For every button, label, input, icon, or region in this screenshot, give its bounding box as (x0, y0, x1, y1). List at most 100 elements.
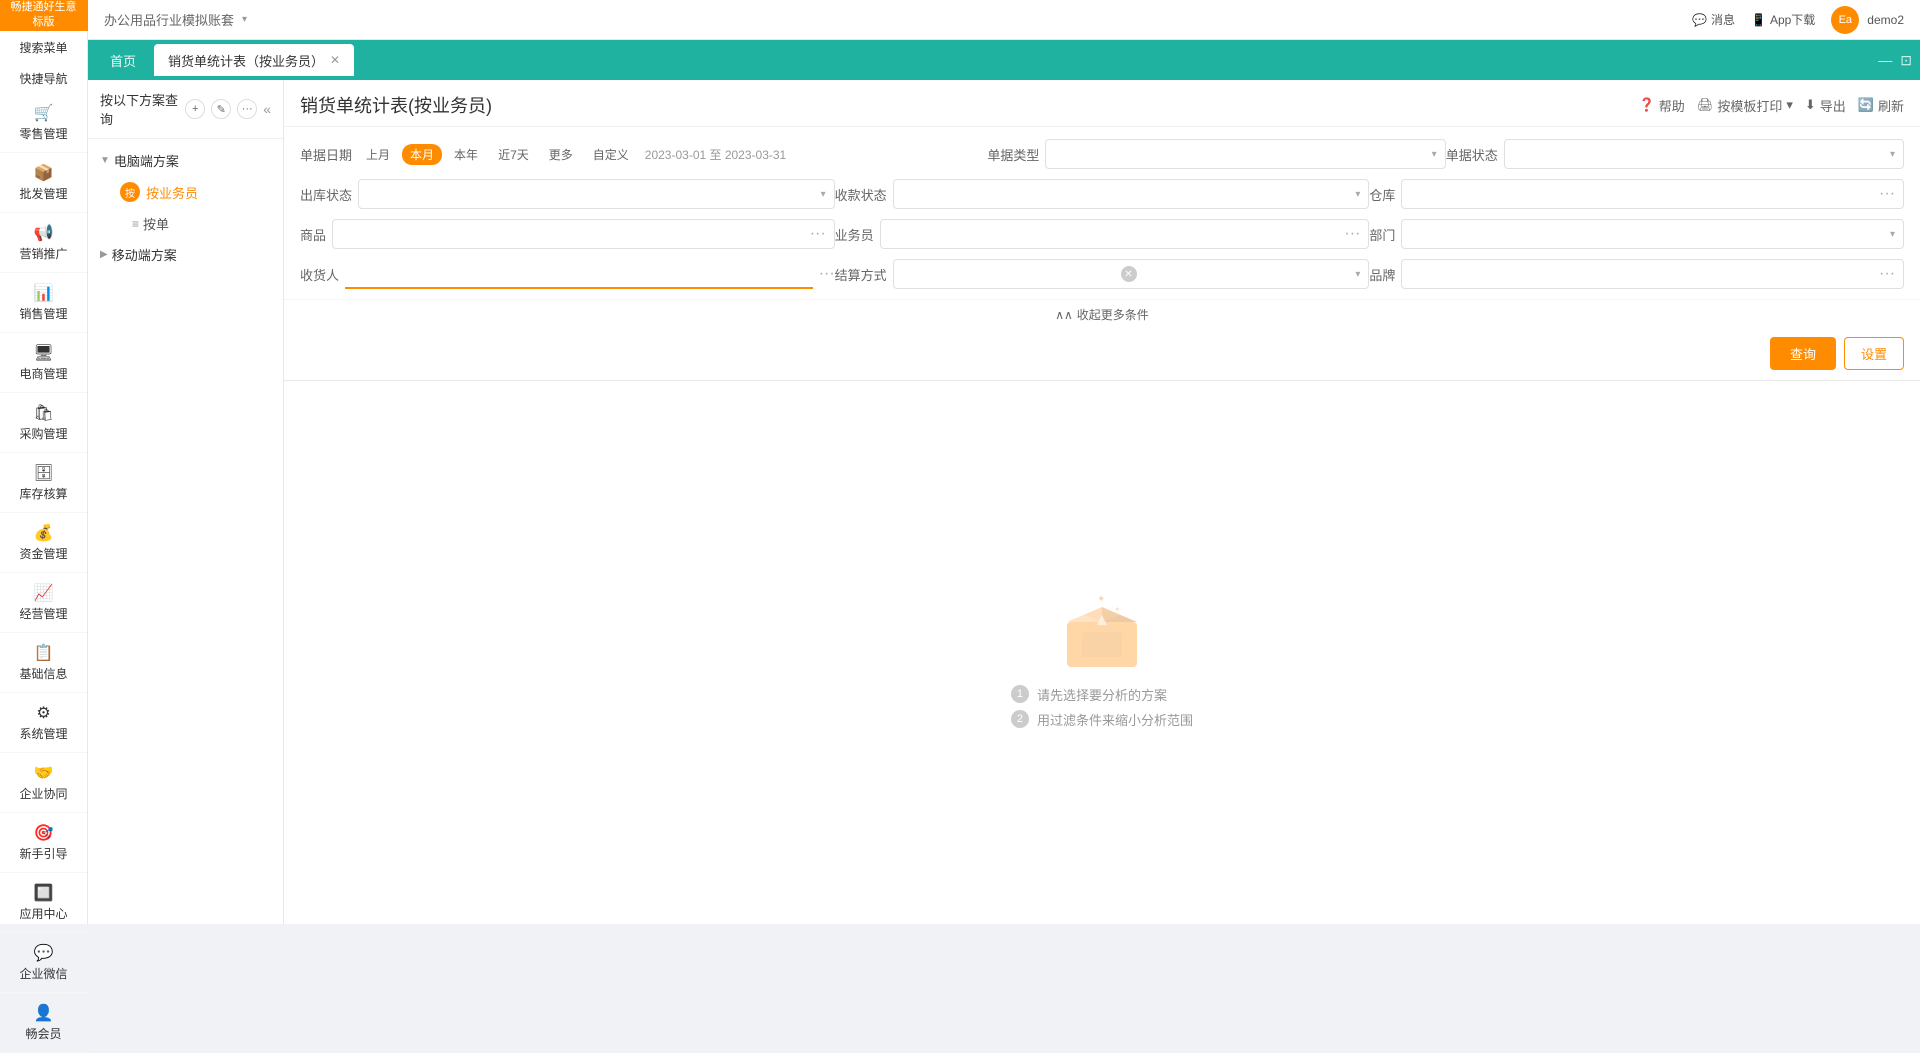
doc-type-label: 单据类型 (987, 145, 1039, 164)
sidebar-item-purchase[interactable]: 🛍 采购管理 (0, 393, 87, 453)
workspace-dropdown-icon[interactable]: ▾ (242, 14, 247, 25)
svg-text:✦: ✦ (1114, 605, 1121, 614)
settlement-select[interactable]: ✕ ▾ (893, 259, 1370, 289)
top-header: 办公用品行业模拟账套 ▾ 💬 消息 📱 App下载 Ea demo2 (88, 0, 1920, 40)
date-tabs-group: 上月 本月 本年 近7天 更多 自定义 2023-03-01 至 2023-03… (358, 144, 858, 165)
date-tab-last-month[interactable]: 上月 (358, 144, 398, 165)
sidebar-item-operations[interactable]: 📈 经营管理 (0, 573, 87, 633)
filter-row-1: 单据日期 上月 本月 本年 近7天 更多 自定义 2023-03-01 至 20… (300, 139, 1904, 169)
sidebar-item-basic-info[interactable]: 📋 基础信息 (0, 633, 87, 693)
out-status-label: 出库状态 (300, 185, 352, 204)
date-tab-this-month[interactable]: 本月 (402, 144, 442, 165)
out-status-col: 出库状态 ▾ (300, 179, 835, 209)
help-icon: ❓ (1639, 97, 1655, 113)
message-btn[interactable]: 💬 消息 (1692, 11, 1735, 28)
tree-desktop-label: 电脑端方案 (114, 151, 179, 170)
goods-dots: ··· (810, 225, 826, 243)
sidebar-item-wechat[interactable]: 💬 企业微信 (0, 933, 87, 993)
settings-button[interactable]: 设置 (1844, 337, 1904, 370)
sidebar-search[interactable]: 搜索菜单 (0, 31, 87, 64)
tab-sales-report[interactable]: 销货单统计表（按业务员） ✕ (154, 44, 354, 76)
filter-block: 单据日期 上月 本月 本年 近7天 更多 自定义 2023-03-01 至 20… (284, 127, 1920, 289)
query-button[interactable]: 查询 (1770, 337, 1836, 370)
wechat-icon: 💬 (0, 943, 87, 963)
doc-status-arrow: ▾ (1890, 149, 1895, 160)
dept-select[interactable]: ▾ (1401, 219, 1904, 249)
add-scheme-btn[interactable]: + (185, 99, 205, 119)
date-tab-7days[interactable]: 近7天 (490, 144, 537, 165)
tree-desktop-parent[interactable]: ▼ 电脑端方案 (88, 145, 283, 176)
sidebar-item-sales[interactable]: 📊 销售管理 (0, 273, 87, 333)
sidebar-item-wholesale[interactable]: 📦 批发管理 (0, 153, 87, 213)
enterprise-icon: 🤝 (0, 763, 87, 783)
hint-num-2: 2 (1011, 710, 1029, 728)
doc-type-select[interactable]: ▾ (1045, 139, 1445, 169)
empty-illustration: ✦ ✦ (1042, 577, 1162, 677)
inventory-icon: 🗄 (0, 463, 87, 483)
dept-col: 部门 ▾ (1369, 219, 1904, 249)
consignee-label: 收货人 (300, 265, 339, 284)
basic-info-icon: 📋 (0, 643, 87, 663)
consignee-input[interactable] (345, 259, 813, 289)
sidebar-item-guide[interactable]: 🎯 新手引导 (0, 813, 87, 873)
tree-child-salesperson[interactable]: 按 按业务员 (88, 176, 283, 208)
more-scheme-btn[interactable]: ··· (237, 99, 257, 119)
sidebar-quick-nav[interactable]: 快捷导航 (0, 64, 87, 93)
goods-select[interactable]: ··· (332, 219, 835, 249)
order-scheme-icon: ≡ (132, 217, 139, 231)
logo-text: 畅捷通好生意 (11, 0, 77, 15)
hint-text-2: 用过滤条件来缩小分析范围 (1037, 710, 1193, 729)
tab-close-icon[interactable]: ✕ (330, 53, 340, 67)
doc-type-arrow: ▾ (1432, 149, 1437, 160)
warehouse-select[interactable]: ··· (1401, 179, 1904, 209)
refresh-btn[interactable]: 🔄 刷新 (1858, 96, 1904, 115)
sidebar-item-retail[interactable]: 🛒 零售管理 (0, 93, 87, 153)
salesperson-select[interactable]: ··· (880, 219, 1370, 249)
sidebar-item-enterprise[interactable]: 🤝 企业协同 (0, 753, 87, 813)
filter-row-3: 商品 ··· 业务员 ··· (300, 219, 1904, 249)
sidebar-item-member[interactable]: 👤 畅会员 (0, 993, 87, 1053)
ecommerce-icon: 🖥 (0, 343, 87, 363)
empty-state: ✦ ✦ 1 请先选择要分析的方案 2 用过滤条件来缩 (284, 381, 1920, 924)
sidebar-item-ecommerce[interactable]: 🖥 电商管理 (0, 333, 87, 393)
sidebar: 畅捷通好生意 标版 搜索菜单 快捷导航 🛒 零售管理 📦 批发管理 📢 营销推广… (0, 0, 88, 924)
date-tab-more[interactable]: 更多 (541, 144, 581, 165)
brand-select[interactable]: ··· (1401, 259, 1904, 289)
tab-sales-report-label: 销货单统计表（按业务员） (168, 51, 324, 70)
collapse-filter-row[interactable]: ∧∧ 收起更多条件 (284, 299, 1920, 329)
goods-col: 商品 ··· (300, 219, 835, 249)
sidebar-item-inventory[interactable]: 🗄 库存核算 (0, 453, 87, 513)
left-panel-title: 按以下方案查询 (100, 90, 185, 128)
print-btn[interactable]: 🖨 按模板打印 ▾ (1697, 96, 1793, 115)
filter-row-4: 收货人 ··· 结算方式 ✕ ▾ (300, 259, 1904, 289)
edit-scheme-btn[interactable]: ✎ (211, 99, 231, 119)
empty-hints: 1 请先选择要分析的方案 2 用过滤条件来缩小分析范围 (1011, 685, 1193, 729)
window-minimize[interactable]: — (1878, 52, 1892, 69)
filter-row-2: 出库状态 ▾ 收款状态 ▾ (300, 179, 1904, 209)
sidebar-item-marketing[interactable]: 📢 营销推广 (0, 213, 87, 273)
tree-mobile-parent[interactable]: ▶ 移动端方案 (88, 239, 283, 270)
window-maximize[interactable]: ⊡ (1900, 52, 1912, 69)
app-download-btn[interactable]: 📱 App下载 (1751, 11, 1815, 28)
page-actions: ❓ 帮助 🖨 按模板打印 ▾ ⬇ 导出 🔄 刷新 (1639, 96, 1904, 115)
export-btn[interactable]: ⬇ 导出 (1805, 96, 1846, 115)
date-tab-this-year[interactable]: 本年 (446, 144, 486, 165)
payment-status-select[interactable]: ▾ (893, 179, 1370, 209)
collapse-panel-btn[interactable]: « (263, 101, 271, 117)
marketing-icon: 📢 (0, 223, 87, 243)
tab-home[interactable]: 首页 (96, 44, 150, 76)
wholesale-icon: 📦 (0, 163, 87, 183)
settlement-clear-btn[interactable]: ✕ (1121, 266, 1137, 282)
sidebar-item-system[interactable]: ⚙ 系统管理 (0, 693, 87, 753)
out-status-select[interactable]: ▾ (358, 179, 835, 209)
sidebar-item-finance[interactable]: 💰 资金管理 (0, 513, 87, 573)
right-content: 销货单统计表(按业务员) ❓ 帮助 🖨 按模板打印 ▾ ⬇ 导出 (284, 80, 1920, 924)
doc-status-select[interactable]: ▾ (1504, 139, 1904, 169)
date-tab-custom[interactable]: 自定义 (585, 144, 637, 165)
tree-sub-order[interactable]: ≡ 按单 (88, 208, 283, 239)
out-status-arrow: ▾ (821, 189, 826, 200)
help-btn[interactable]: ❓ 帮助 (1639, 96, 1685, 115)
payment-status-arrow: ▾ (1355, 189, 1360, 200)
user-profile-btn[interactable]: Ea demo2 (1831, 6, 1904, 34)
brand-col: 品牌 ··· (1369, 259, 1904, 289)
